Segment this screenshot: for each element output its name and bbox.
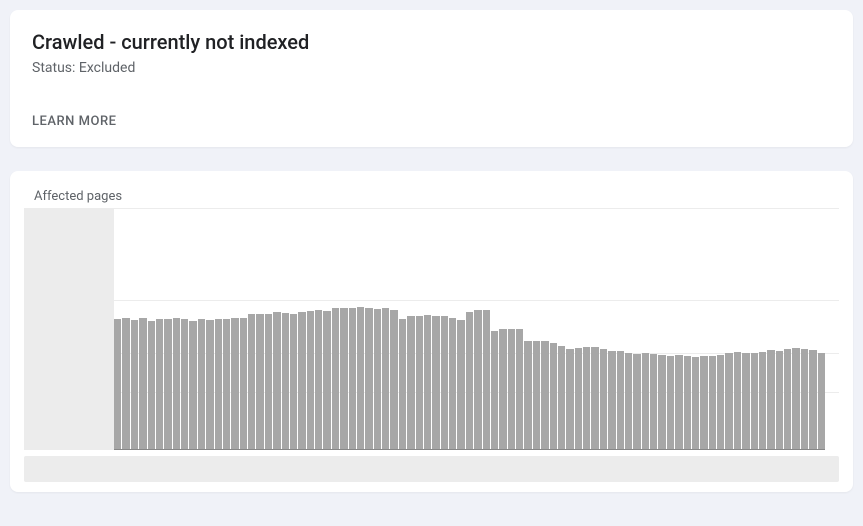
chart-bar[interactable] (223, 319, 230, 449)
chart-bar[interactable] (734, 352, 741, 449)
chart-bar[interactable] (650, 354, 657, 449)
chart-bar[interactable] (365, 308, 372, 449)
chart-bar[interactable] (332, 308, 339, 449)
chart-bar[interactable] (449, 318, 456, 449)
chart-bar[interactable] (491, 331, 498, 449)
chart-bar[interactable] (340, 308, 347, 449)
chart-title: Affected pages (34, 189, 839, 204)
page-title: Crawled - currently not indexed (32, 30, 831, 54)
chart-bar[interactable] (148, 321, 155, 449)
chart-bar[interactable] (725, 353, 732, 449)
chart-bars[interactable] (114, 208, 825, 450)
chart-bar[interactable] (357, 307, 364, 449)
chart-bar[interactable] (323, 311, 330, 449)
chart-bar[interactable] (441, 316, 448, 449)
chart-bar[interactable] (432, 316, 439, 449)
chart-bar[interactable] (131, 320, 138, 449)
chart-bar[interactable] (642, 353, 649, 449)
chart-bar[interactable] (533, 341, 540, 449)
chart-bar[interactable] (307, 311, 314, 449)
chart-bar[interactable] (189, 321, 196, 449)
chart-bar[interactable] (818, 353, 825, 449)
chart-bar[interactable] (508, 329, 515, 450)
chart-bar[interactable] (374, 309, 381, 449)
chart-bar[interactable] (767, 350, 774, 449)
chart-bar[interactable] (298, 312, 305, 449)
chart-bar[interactable] (390, 310, 397, 449)
status-header-card: Crawled - currently not indexed Status: … (10, 10, 853, 147)
chart-bar[interactable] (700, 356, 707, 450)
chart-bar[interactable] (784, 349, 791, 449)
chart-bar[interactable] (457, 320, 464, 449)
chart-bar[interactable] (382, 308, 389, 449)
chart-scrub-bar[interactable] (24, 456, 839, 482)
chart-bar[interactable] (499, 329, 506, 450)
chart-bar[interactable] (742, 353, 749, 449)
chart-bar[interactable] (240, 318, 247, 449)
chart-bar[interactable] (215, 319, 222, 449)
chart-bar[interactable] (792, 348, 799, 449)
chart-bar[interactable] (256, 314, 263, 449)
status-value: Excluded (79, 60, 135, 76)
chart-bar[interactable] (265, 314, 272, 449)
chart-bar[interactable] (424, 315, 431, 449)
chart-bar[interactable] (717, 355, 724, 449)
chart-bar[interactable] (248, 314, 255, 449)
chart-bar[interactable] (173, 318, 180, 449)
chart-bar[interactable] (474, 310, 481, 449)
chart-bar[interactable] (759, 352, 766, 449)
chart-bar[interactable] (156, 319, 163, 449)
chart-bar[interactable] (114, 319, 121, 449)
chart-bar[interactable] (801, 349, 808, 449)
chart-bar[interactable] (575, 348, 582, 449)
chart-bar[interactable] (776, 351, 783, 449)
chart-bar[interactable] (416, 316, 423, 449)
chart-bar[interactable] (675, 355, 682, 449)
chart-bar[interactable] (181, 319, 188, 449)
chart-plot-area (24, 208, 839, 450)
chart-bar[interactable] (684, 356, 691, 450)
chart-bar[interactable] (541, 341, 548, 449)
chart-bar[interactable] (122, 318, 129, 449)
chart-bar[interactable] (349, 308, 356, 449)
learn-more-link[interactable]: LEARN MORE (32, 114, 116, 129)
chart-bar[interactable] (633, 354, 640, 449)
chart-bar[interactable] (282, 313, 289, 449)
chart-bar[interactable] (583, 347, 590, 449)
affected-pages-chart-card: Affected pages (10, 171, 853, 492)
chart-bar[interactable] (751, 353, 758, 449)
chart-bar[interactable] (273, 312, 280, 449)
chart-bar[interactable] (566, 349, 573, 449)
chart-bar[interactable] (550, 343, 557, 449)
chart-bar[interactable] (625, 353, 632, 449)
chart-bar[interactable] (658, 355, 665, 449)
chart-bar[interactable] (709, 356, 716, 450)
chart-bar[interactable] (290, 314, 297, 449)
chart-bar[interactable] (524, 341, 531, 449)
chart-bar[interactable] (617, 351, 624, 449)
chart-bar[interactable] (198, 319, 205, 449)
chart-bar[interactable] (809, 350, 816, 449)
status-label: Status: (32, 60, 75, 76)
chart-bar[interactable] (558, 346, 565, 449)
chart-bar[interactable] (466, 312, 473, 449)
chart-bar[interactable] (231, 318, 238, 449)
chart-bar[interactable] (516, 329, 523, 449)
chart-bar[interactable] (608, 351, 615, 449)
chart-bar[interactable] (407, 316, 414, 449)
chart-bar[interactable] (206, 320, 213, 449)
chart-bar[interactable] (315, 310, 322, 449)
chart-bar[interactable] (139, 318, 146, 449)
chart-ghost-bar (24, 208, 114, 450)
chart-bar[interactable] (591, 347, 598, 449)
chart-bar[interactable] (667, 356, 674, 450)
chart-bar[interactable] (692, 357, 699, 449)
status-line: Status: Excluded (32, 60, 831, 76)
chart-bar[interactable] (399, 319, 406, 449)
chart-bar[interactable] (600, 349, 607, 449)
chart-bar[interactable] (164, 319, 171, 449)
chart-bar[interactable] (483, 310, 490, 449)
